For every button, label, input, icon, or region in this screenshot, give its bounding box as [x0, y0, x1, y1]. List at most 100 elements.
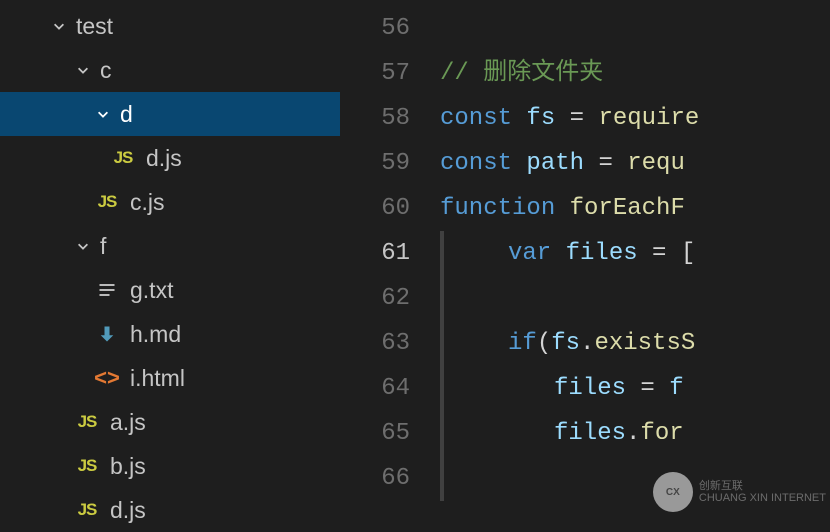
file-item-d.js[interactable]: JS d.js: [0, 136, 340, 180]
code-line[interactable]: const path = requ: [440, 141, 699, 186]
fold-indent-guide: [440, 411, 444, 456]
code-line[interactable]: [440, 6, 699, 51]
code-line-content: files = f: [554, 366, 684, 411]
token: =: [570, 105, 599, 132]
line-number: 62: [340, 276, 410, 321]
token: function: [440, 195, 570, 222]
js-file-icon: JS: [94, 192, 120, 212]
line-number: 63: [340, 321, 410, 366]
code-line-content: function forEachF: [440, 186, 685, 231]
folder-item-test[interactable]: test: [0, 4, 340, 48]
token: if: [508, 330, 537, 357]
line-number: 65: [340, 411, 410, 456]
code-line[interactable]: files = f: [440, 366, 699, 411]
line-number: 59: [340, 141, 410, 186]
token: const: [440, 150, 526, 177]
file-item-a.js[interactable]: JS a.js: [0, 400, 340, 444]
folder-item-f[interactable]: f: [0, 224, 340, 268]
line-number: 58: [340, 96, 410, 141]
tree-item-label: d.js: [110, 497, 146, 524]
code-line-content: const path = requ: [440, 141, 685, 186]
tree-item-label: g.txt: [130, 277, 173, 304]
tree-item-label: b.js: [110, 453, 146, 480]
code-line[interactable]: [440, 456, 699, 501]
token: =: [598, 150, 627, 177]
js-file-icon: JS: [74, 500, 100, 520]
token: files: [554, 375, 640, 402]
tree-item-label: a.js: [110, 409, 146, 436]
code-editor[interactable]: 5657585960616263646566 // 删除文件夹 const fs …: [340, 0, 830, 516]
code-line[interactable]: var files = [: [440, 231, 699, 276]
tree-item-label: d: [120, 101, 133, 128]
token: fs: [551, 330, 580, 357]
js-file-icon: JS: [74, 456, 100, 476]
tree-item-label: i.html: [130, 365, 185, 392]
chevron-down-icon: [50, 17, 68, 35]
chevron-down-icon: [74, 61, 92, 79]
line-number-gutter: 5657585960616263646566: [340, 0, 440, 516]
fold-indent-guide: [440, 366, 444, 411]
tree-item-label: h.md: [130, 321, 181, 348]
token: var: [508, 240, 566, 267]
file-explorer[interactable]: test cd JS d.js JS c.js f g.txt h.md <> i.html JS a.…: [0, 0, 340, 516]
token: files: [554, 420, 626, 447]
file-item-d.js[interactable]: JS d.js: [0, 488, 340, 532]
tree-item-label: c.js: [130, 189, 165, 216]
code-line[interactable]: files.for: [440, 411, 699, 456]
token: f: [669, 375, 683, 402]
fold-indent-guide: [440, 276, 444, 321]
token: path: [526, 150, 598, 177]
line-number: 57: [340, 51, 410, 96]
chevron-down-icon: [94, 105, 112, 123]
fold-indent-guide: [440, 456, 444, 501]
file-item-h.md[interactable]: h.md: [0, 312, 340, 356]
code-line-content: const fs = require: [440, 96, 699, 141]
fold-indent-guide: [440, 321, 444, 366]
line-number: 56: [340, 6, 410, 51]
code-line[interactable]: // 删除文件夹: [440, 51, 699, 96]
token: requ: [627, 150, 685, 177]
token: .: [626, 420, 640, 447]
chevron-down-icon: [74, 237, 92, 255]
folder-item-d[interactable]: d: [0, 92, 340, 136]
token: = [: [652, 240, 695, 267]
token: files: [566, 240, 652, 267]
code-line[interactable]: const fs = require: [440, 96, 699, 141]
code-content[interactable]: // 删除文件夹const fs = requireconst path = r…: [440, 0, 699, 516]
code-line-content: var files = [: [508, 231, 695, 276]
file-item-c.js[interactable]: JS c.js: [0, 180, 340, 224]
js-file-icon: JS: [110, 148, 136, 168]
file-item-b.js[interactable]: JS b.js: [0, 444, 340, 488]
token: (: [537, 330, 551, 357]
tree-item-label: f: [100, 233, 106, 260]
token: // 删除文件夹: [440, 60, 603, 87]
token: fs: [526, 105, 569, 132]
code-line[interactable]: [440, 276, 699, 321]
code-line-content: if(fs.existsS: [508, 321, 695, 366]
file-item-i.html[interactable]: <> i.html: [0, 356, 340, 400]
txt-file-icon: [94, 280, 120, 300]
token: existsS: [594, 330, 695, 357]
code-line[interactable]: function forEachF: [440, 186, 699, 231]
line-number: 64: [340, 366, 410, 411]
tree-item-label: d.js: [146, 145, 182, 172]
js-file-icon: JS: [74, 412, 100, 432]
fold-indent-guide: [440, 231, 444, 276]
token: .: [580, 330, 594, 357]
code-line[interactable]: if(fs.existsS: [440, 321, 699, 366]
md-file-icon: [94, 324, 120, 344]
token: require: [598, 105, 699, 132]
line-number: 61: [340, 231, 410, 276]
token: const: [440, 105, 526, 132]
line-number: 66: [340, 456, 410, 501]
token: forEachF: [570, 195, 685, 222]
tree-item-label: c: [100, 57, 112, 84]
code-line-content: // 删除文件夹: [440, 51, 603, 96]
file-item-g.txt[interactable]: g.txt: [0, 268, 340, 312]
line-number: 60: [340, 186, 410, 231]
token: for: [640, 420, 683, 447]
code-line-content: files.for: [554, 411, 684, 456]
token: =: [640, 375, 669, 402]
folder-item-c[interactable]: c: [0, 48, 340, 92]
html-file-icon: <>: [94, 365, 120, 391]
